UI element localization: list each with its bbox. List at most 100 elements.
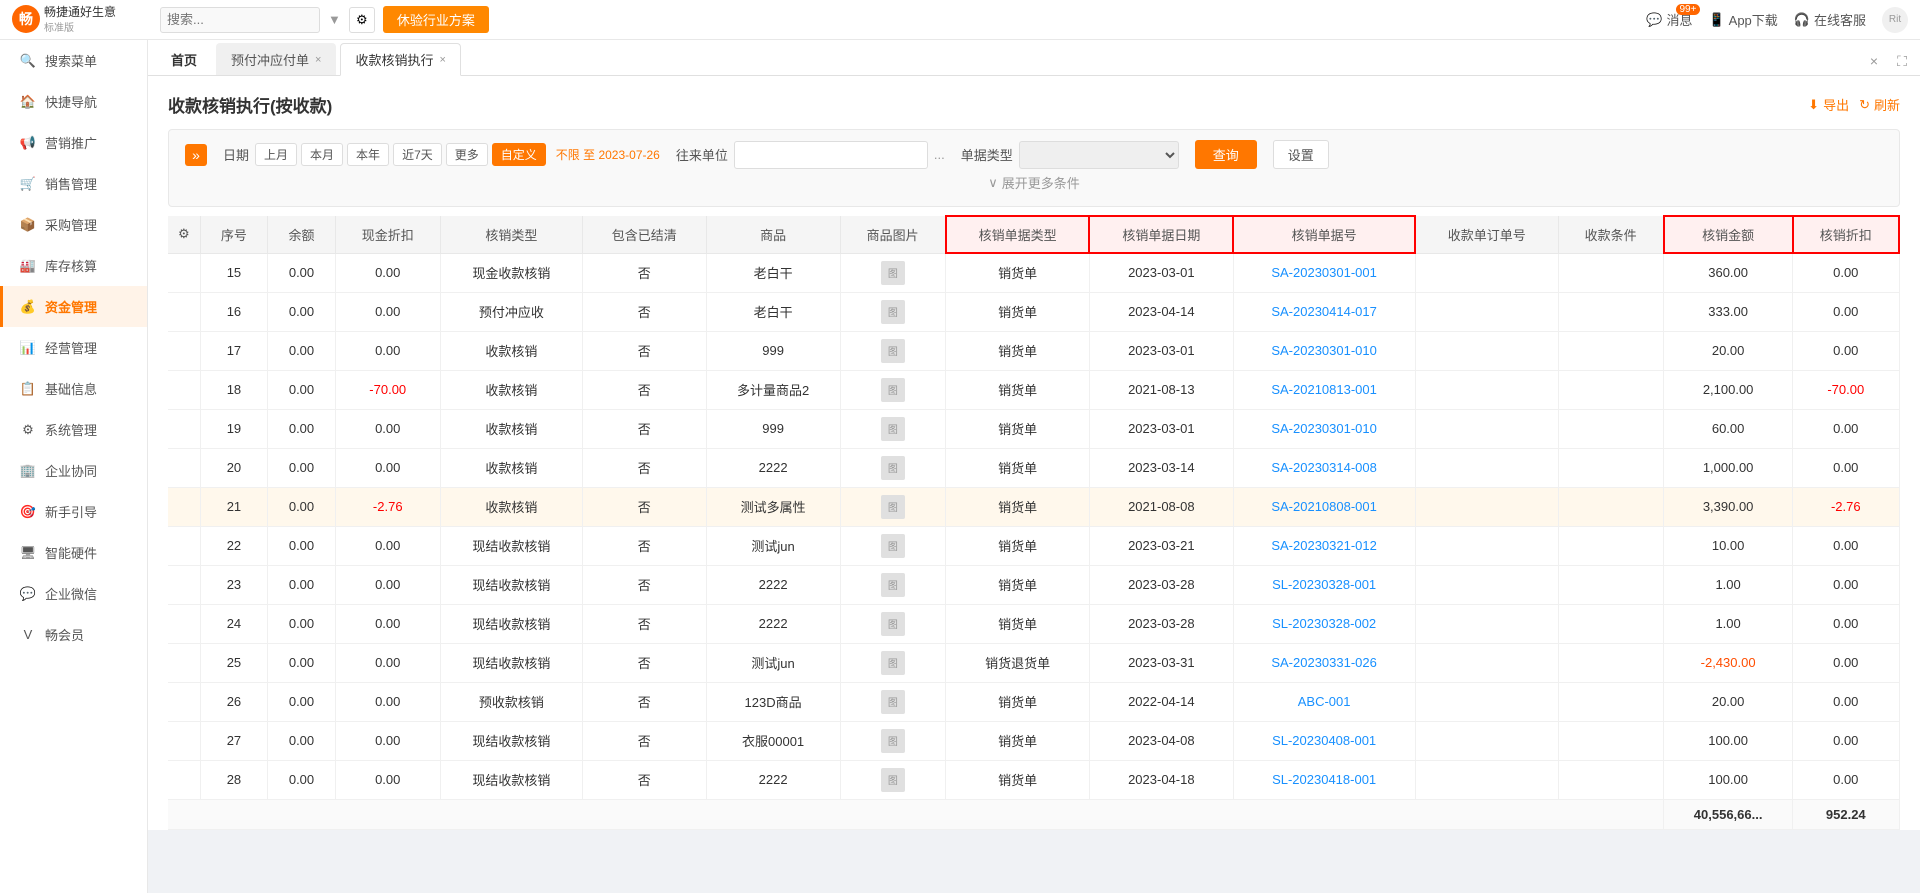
- cell-gear: [168, 526, 200, 565]
- cell-goods: 老白干: [706, 292, 840, 331]
- sidebar-item-member[interactable]: V 畅会员: [0, 614, 147, 655]
- cell-no: 15: [200, 253, 268, 292]
- bill-no-link[interactable]: SA-20230301-010: [1271, 421, 1377, 436]
- from-unit-input[interactable]: [734, 141, 928, 169]
- custom-date-btn[interactable]: 自定义: [492, 143, 546, 166]
- cell-gear: [168, 331, 200, 370]
- cell-receipt-order-no: [1415, 409, 1558, 448]
- export-button[interactable]: ⬇ 导出: [1808, 95, 1849, 114]
- page-header: 收款核销执行(按收款) ⬇ 导出 ↻ 刷新: [168, 92, 1900, 117]
- industry-solution-button[interactable]: 休验行业方案: [383, 6, 489, 33]
- th-settings[interactable]: ⚙: [168, 216, 200, 253]
- sidebar-item-wechat[interactable]: 💬 企业微信: [0, 573, 147, 614]
- cell-gear: [168, 760, 200, 799]
- sidebar-item-enterprise[interactable]: 🏢 企业协同: [0, 450, 147, 491]
- cell-included-closed: 否: [583, 760, 707, 799]
- tab-prepay[interactable]: 预付冲应付单 ×: [216, 43, 336, 75]
- sidebar-item-operation[interactable]: 📊 经营管理: [0, 327, 147, 368]
- cell-bill-date: 2023-03-28: [1089, 565, 1233, 604]
- cell-bill-date: 2023-04-08: [1089, 721, 1233, 760]
- bill-no-link[interactable]: SL-20230328-002: [1272, 616, 1376, 631]
- cell-cancel-type: 现结收款核销: [440, 604, 582, 643]
- cell-cancel-discount: -2.76: [1793, 487, 1899, 526]
- expand-more-button[interactable]: ∨ 展开更多条件: [185, 169, 1883, 196]
- filter-toggle-button[interactable]: »: [185, 144, 207, 166]
- sidebar-item-guide[interactable]: 🎯 新手引导: [0, 491, 147, 532]
- bill-type-label: 单据类型: [961, 145, 1013, 164]
- app-download-label: App下载: [1729, 10, 1778, 29]
- sidebar-item-purchase[interactable]: 📦 采购管理: [0, 204, 147, 245]
- search-dropdown-icon[interactable]: ▼: [328, 12, 341, 27]
- cell-receipt-condition: [1558, 253, 1664, 292]
- logo-sub: 标准版: [44, 19, 116, 34]
- bill-no-link[interactable]: SA-20230301-010: [1271, 343, 1377, 358]
- query-button[interactable]: 查询: [1195, 140, 1257, 169]
- online-service-button[interactable]: 🎧 在线客服: [1794, 10, 1866, 29]
- bill-no-link[interactable]: SL-20230328-001: [1272, 577, 1376, 592]
- page-actions: ⬇ 导出 ↻ 刷新: [1808, 95, 1900, 114]
- tab-collect[interactable]: 收款核销执行 ×: [340, 43, 460, 76]
- cell-goods: 衣服00001: [706, 721, 840, 760]
- bill-no-link[interactable]: SL-20230408-001: [1272, 733, 1376, 748]
- cell-cancel-amount: 1.00: [1664, 604, 1793, 643]
- bill-no-link[interactable]: SL-20230418-001: [1272, 772, 1376, 787]
- cell-cancel-type: 现金收款核销: [440, 253, 582, 292]
- user-avatar[interactable]: Rit: [1882, 7, 1908, 33]
- main-content: 首页 预付冲应付单 × 收款核销执行 × × ⛶ 收款核销执行(按收款): [148, 40, 1920, 893]
- bill-type-select[interactable]: [1019, 141, 1179, 169]
- this-year-btn[interactable]: 本年: [347, 143, 389, 166]
- notice-button[interactable]: 💬 消息 99+: [1646, 10, 1692, 29]
- bill-no-link[interactable]: SA-20210813-001: [1271, 382, 1377, 397]
- sidebar-item-finance[interactable]: 💰 资金管理: [0, 286, 147, 327]
- cell-bill-type: 销货退货单: [946, 643, 1090, 682]
- bill-no-link[interactable]: SA-20230301-001: [1271, 265, 1377, 280]
- cell-bill-date: 2023-03-01: [1089, 331, 1233, 370]
- sidebar-item-sales[interactable]: 🛒 销售管理: [0, 163, 147, 204]
- cell-gear: [168, 448, 200, 487]
- cell-bill-type: 销货单: [946, 370, 1090, 409]
- refresh-button[interactable]: ↻ 刷新: [1859, 95, 1900, 114]
- window-close-button[interactable]: ×: [1864, 51, 1884, 71]
- bill-no-link[interactable]: SA-20230321-012: [1271, 538, 1377, 553]
- bill-no-link[interactable]: ABC-001: [1298, 694, 1351, 709]
- sidebar-item-hardware[interactable]: 🖥 智能硬件: [0, 532, 147, 573]
- last-month-btn[interactable]: 上月: [255, 143, 297, 166]
- global-search-input[interactable]: [160, 7, 320, 33]
- expand-more-label: 展开更多条件: [1002, 173, 1080, 192]
- more-dates-btn[interactable]: 更多: [446, 143, 488, 166]
- bill-no-link[interactable]: SA-20230314-008: [1271, 460, 1377, 475]
- tab-collect-close-icon[interactable]: ×: [439, 54, 445, 66]
- table-row: 23 0.00 0.00 现结收款核销 否 2222 图 销货单 2023-03…: [168, 565, 1899, 604]
- last-7days-btn[interactable]: 近7天: [393, 143, 442, 166]
- bill-no-link[interactable]: SA-20230331-026: [1271, 655, 1377, 670]
- cell-included-closed: 否: [583, 643, 707, 682]
- cell-cancel-discount: 0.00: [1793, 643, 1899, 682]
- app-icon: 📱: [1708, 12, 1724, 28]
- tab-home[interactable]: 首页: [156, 43, 212, 75]
- cell-no: 27: [200, 721, 268, 760]
- sidebar-item-base[interactable]: 📋 基础信息: [0, 368, 147, 409]
- settings-gear-button[interactable]: ⚙: [349, 7, 375, 33]
- cell-receipt-condition: [1558, 682, 1664, 721]
- cell-cancel-discount: 0.00: [1793, 292, 1899, 331]
- cell-bill-type: 销货单: [946, 253, 1090, 292]
- cell-cancel-amount: 20.00: [1664, 682, 1793, 721]
- bill-no-link[interactable]: SA-20210808-001: [1271, 499, 1377, 514]
- setting-button[interactable]: 设置: [1273, 140, 1329, 169]
- tab-prepay-close-icon[interactable]: ×: [315, 54, 321, 66]
- sidebar-item-search[interactable]: 🔍 搜索菜单: [0, 40, 147, 81]
- this-month-btn[interactable]: 本月: [301, 143, 343, 166]
- sidebar-item-quick-nav[interactable]: 🏠 快捷导航: [0, 81, 147, 122]
- filter-dots: ...: [934, 147, 945, 162]
- cell-cancel-discount: 0.00: [1793, 721, 1899, 760]
- cell-included-closed: 否: [583, 331, 707, 370]
- sidebar-item-system[interactable]: ⚙ 系统管理: [0, 409, 147, 450]
- cell-balance: 0.00: [268, 526, 336, 565]
- app-download-button[interactable]: 📱 App下载: [1708, 10, 1777, 29]
- table-row: 18 0.00 -70.00 收款核销 否 多计量商品2 图 销货单 2021-…: [168, 370, 1899, 409]
- sidebar-item-marketing[interactable]: 📢 营销推广: [0, 122, 147, 163]
- export-icon: ⬇: [1808, 97, 1819, 113]
- bill-no-link[interactable]: SA-20230414-017: [1271, 304, 1377, 319]
- window-maximize-button[interactable]: ⛶: [1892, 51, 1912, 71]
- sidebar-item-inventory[interactable]: 🏭 库存核算: [0, 245, 147, 286]
